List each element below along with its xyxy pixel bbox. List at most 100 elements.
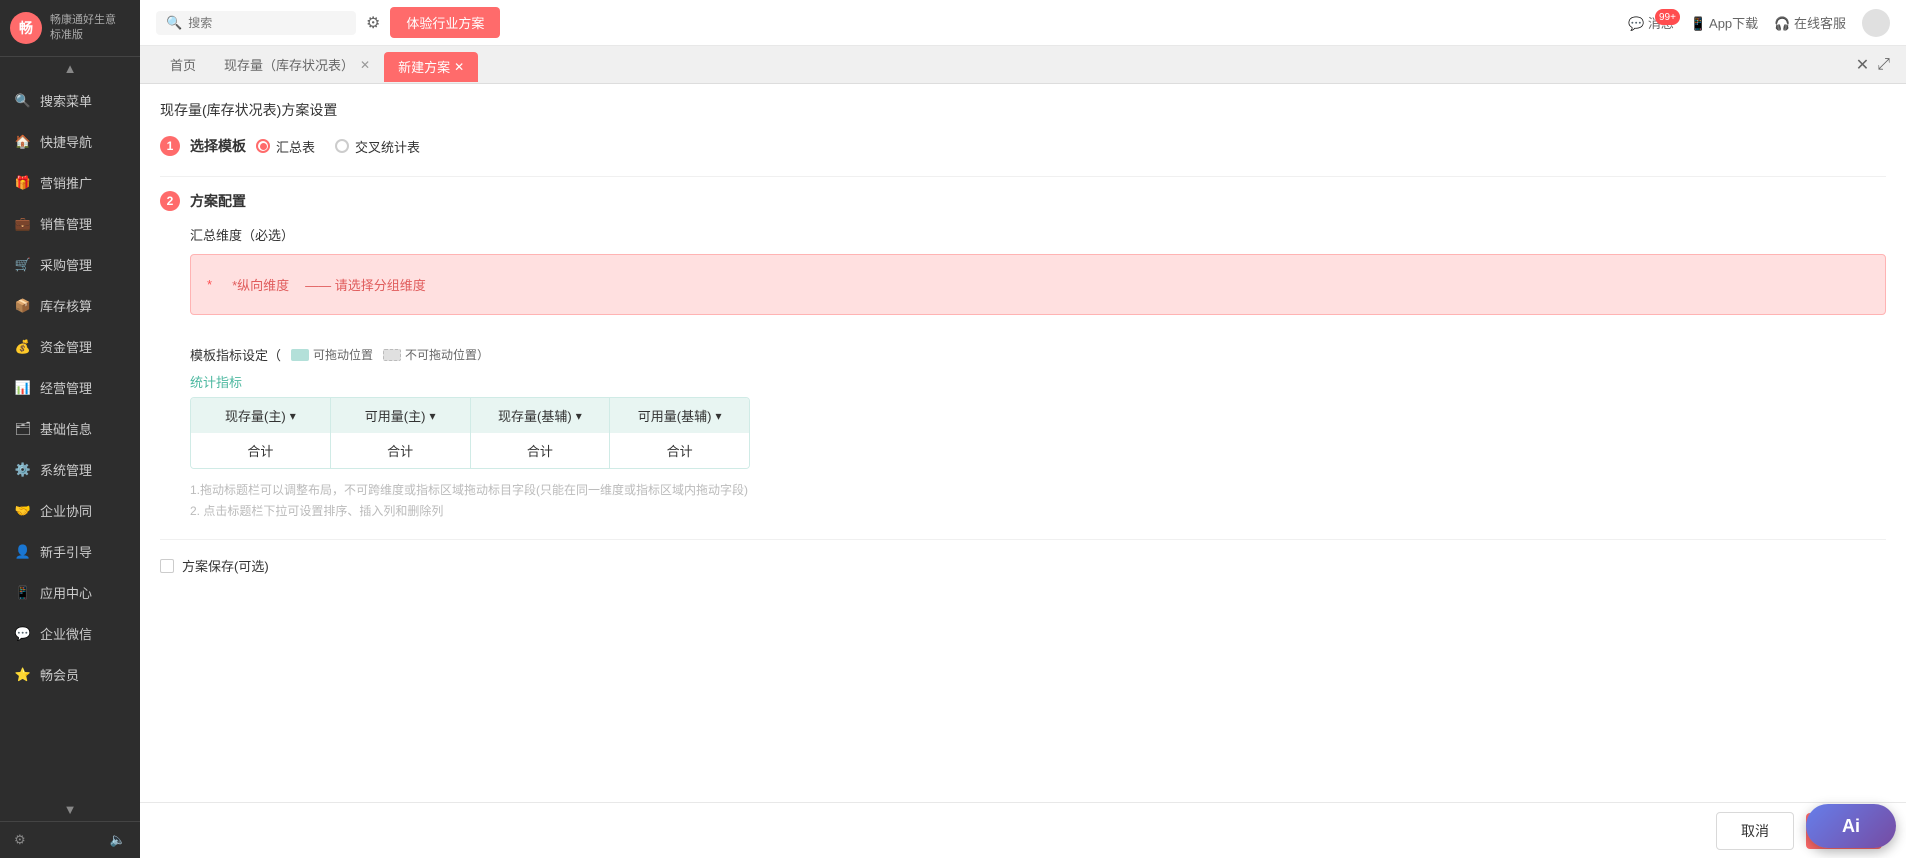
settings-icon[interactable]: ⚙	[14, 832, 26, 848]
fixed-legend-box	[383, 349, 401, 361]
topbar: 🔍 ⚙ 体验行业方案 💬 消息 99+ 📱 App下载 🎧 在线客服	[140, 0, 1906, 46]
search-icon: 🔍	[166, 15, 182, 31]
template-indicators-label: 模板指标设定（ 可拖动位置 不可拖动位置）	[190, 345, 1886, 364]
main-area: 🔍 ⚙ 体验行业方案 💬 消息 99+ 📱 App下载 🎧 在线客服 首页	[140, 0, 1906, 858]
online-service-link[interactable]: 🎧 在线客服	[1774, 13, 1846, 32]
stats-table: 现存量(主) 可用量(主) 现存量(基辅)	[190, 397, 750, 469]
wechat-icon: 💬	[14, 625, 32, 643]
user-avatar[interactable]	[1862, 9, 1890, 37]
sidebar-item-system[interactable]: ⚙️ 系统管理	[0, 449, 140, 490]
page-title: 现存量(库存状况表)方案设置	[160, 100, 1886, 120]
search-input[interactable]	[188, 16, 346, 30]
headset-icon: 🎧	[1774, 16, 1790, 31]
sidebar-item-newbie[interactable]: 👤 新手引导	[0, 531, 140, 572]
main-content: 现存量(库存状况表)方案设置 1 选择模板 汇总表 交叉统计表	[140, 84, 1906, 802]
scroll-down-btn[interactable]: ▼	[0, 798, 140, 821]
logo-icon: 畅	[10, 12, 42, 44]
col-1-chevron-down-icon[interactable]	[429, 408, 435, 423]
spacer	[190, 315, 1886, 329]
col-header-2[interactable]: 现存量(基辅)	[471, 398, 611, 433]
sidebar-item-member[interactable]: ⭐ 畅会员	[0, 654, 140, 695]
inventory-icon: 📦	[14, 297, 32, 315]
expand-icon[interactable]: ⤢	[1877, 56, 1890, 74]
fixed-legend: 不可拖动位置）	[383, 346, 489, 363]
col-header-3[interactable]: 可用量(基辅)	[610, 398, 749, 433]
divider2	[160, 539, 1886, 540]
search-box[interactable]: 🔍	[156, 11, 356, 35]
template-radio-group: 汇总表 交叉统计表	[256, 137, 420, 156]
step1-badge: 1	[160, 136, 180, 156]
message-count: 99+	[1655, 9, 1680, 25]
save-option-label: 方案保存(可选)	[182, 556, 269, 575]
save-checkbox[interactable]	[160, 559, 174, 573]
cell-3: 合计	[610, 433, 749, 468]
sidebar-item-app-center[interactable]: 📱 应用中心	[0, 572, 140, 613]
col-header-1[interactable]: 可用量(主)	[331, 398, 471, 433]
stats-table-header: 现存量(主) 可用量(主) 现存量(基辅)	[191, 398, 749, 433]
sidebar-item-enterprise[interactable]: 🤝 企业协同	[0, 490, 140, 531]
app-name: 畅康通好生意 标准版	[50, 13, 116, 44]
message-icon: 💬	[1628, 16, 1644, 31]
movable-legend: 可拖动位置	[291, 346, 373, 363]
sidebar-nav: 🔍 搜索菜单 🏠 快捷导航 🎁 营销推广 💼 销售管理 🛒 采购管理 📦 库存核…	[0, 80, 140, 798]
col-header-0[interactable]: 现存量(主)	[191, 398, 331, 433]
col-0-chevron-down-icon[interactable]	[290, 408, 296, 423]
ai-bubble[interactable]: Ai	[1806, 804, 1896, 848]
cell-2: 合计	[471, 433, 611, 468]
message-badge[interactable]: 💬 消息 99+	[1628, 13, 1674, 32]
tab-bar: 首页 现存量（库存状况表） ✕ 新建方案 ✕ ✕ ⤢	[140, 46, 1906, 84]
movable-legend-box	[291, 349, 309, 361]
gear-icon[interactable]: ⚙	[366, 13, 380, 33]
step2-title: 方案配置	[190, 191, 246, 211]
sidebar-item-wechat[interactable]: 💬 企业微信	[0, 613, 140, 654]
col-2-chevron-down-icon[interactable]	[576, 408, 582, 423]
sidebar-item-sales[interactable]: 💼 销售管理	[0, 203, 140, 244]
app-center-icon: 📱	[14, 584, 32, 602]
close-window-icon[interactable]: ✕	[1856, 55, 1869, 75]
sidebar-item-quick-nav[interactable]: 🏠 快捷导航	[0, 121, 140, 162]
sidebar-item-finance[interactable]: 💰 资金管理	[0, 326, 140, 367]
tab-inventory-close-icon[interactable]: ✕	[360, 58, 370, 72]
radio-summary-circle	[256, 139, 270, 153]
industry-plan-button[interactable]: 体验行业方案	[390, 7, 500, 38]
sidebar-bottom: ⚙ 🔈	[0, 821, 140, 858]
app-logo: 畅 畅康通好生意 标准版	[0, 0, 140, 57]
member-icon: ⭐	[14, 666, 32, 684]
radio-cross[interactable]: 交叉统计表	[335, 137, 420, 156]
tab-new-plan-close-icon[interactable]: ✕	[454, 60, 464, 74]
cancel-button[interactable]: 取消	[1716, 812, 1794, 850]
operations-icon: 📊	[14, 379, 32, 397]
sidebar-item-search-menu[interactable]: 🔍 搜索菜单	[0, 80, 140, 121]
tab-home[interactable]: 首页	[156, 46, 210, 84]
step2-badge: 2	[160, 191, 180, 211]
radio-summary[interactable]: 汇总表	[256, 137, 315, 156]
sidebar-item-basic-info[interactable]: 🗂 基础信息	[0, 408, 140, 449]
scroll-up-btn[interactable]: ▲	[0, 57, 140, 80]
required-star: *	[207, 277, 212, 292]
sidebar-item-inventory[interactable]: 📦 库存核算	[0, 285, 140, 326]
cell-1: 合计	[331, 433, 471, 468]
quick-nav-icon: 🏠	[14, 133, 32, 151]
radio-cross-circle	[335, 139, 349, 153]
cell-0: 合计	[191, 433, 331, 468]
basic-info-icon: 🗂	[14, 420, 32, 438]
col-3-chevron-down-icon[interactable]	[715, 408, 721, 423]
sidebar-item-marketing[interactable]: 🎁 营销推广	[0, 162, 140, 203]
stats-label: 统计指标	[190, 372, 1886, 391]
vertical-dim-label: *纵向维度	[232, 275, 289, 294]
ai-label: Ai	[1842, 816, 1860, 837]
step2-section: 2 方案配置 汇总维度（必选） * *纵向维度 —— 请选择分组维度	[160, 191, 1886, 519]
select-hint: —— 请选择分组维度	[305, 275, 426, 294]
tab-new-plan[interactable]: 新建方案 ✕	[384, 52, 478, 82]
divider1	[160, 176, 1886, 177]
step2-content: 汇总维度（必选） * *纵向维度 —— 请选择分组维度 模板指标设定（	[160, 225, 1886, 519]
search-menu-icon: 🔍	[14, 92, 32, 110]
step1-section: 1 选择模板 汇总表 交叉统计表	[160, 136, 1886, 156]
tab-inventory-status[interactable]: 现存量（库存状况表） ✕	[210, 46, 384, 84]
dimension-select-area[interactable]: * *纵向维度 —— 请选择分组维度	[190, 254, 1886, 315]
app-download-link[interactable]: 📱 App下载	[1690, 13, 1758, 32]
speaker-icon[interactable]: 🔈	[110, 832, 126, 848]
sidebar-item-operations[interactable]: 📊 经营管理	[0, 367, 140, 408]
stats-table-body: 合计 合计 合计 合计	[191, 433, 749, 468]
sidebar-item-purchase[interactable]: 🛒 采购管理	[0, 244, 140, 285]
